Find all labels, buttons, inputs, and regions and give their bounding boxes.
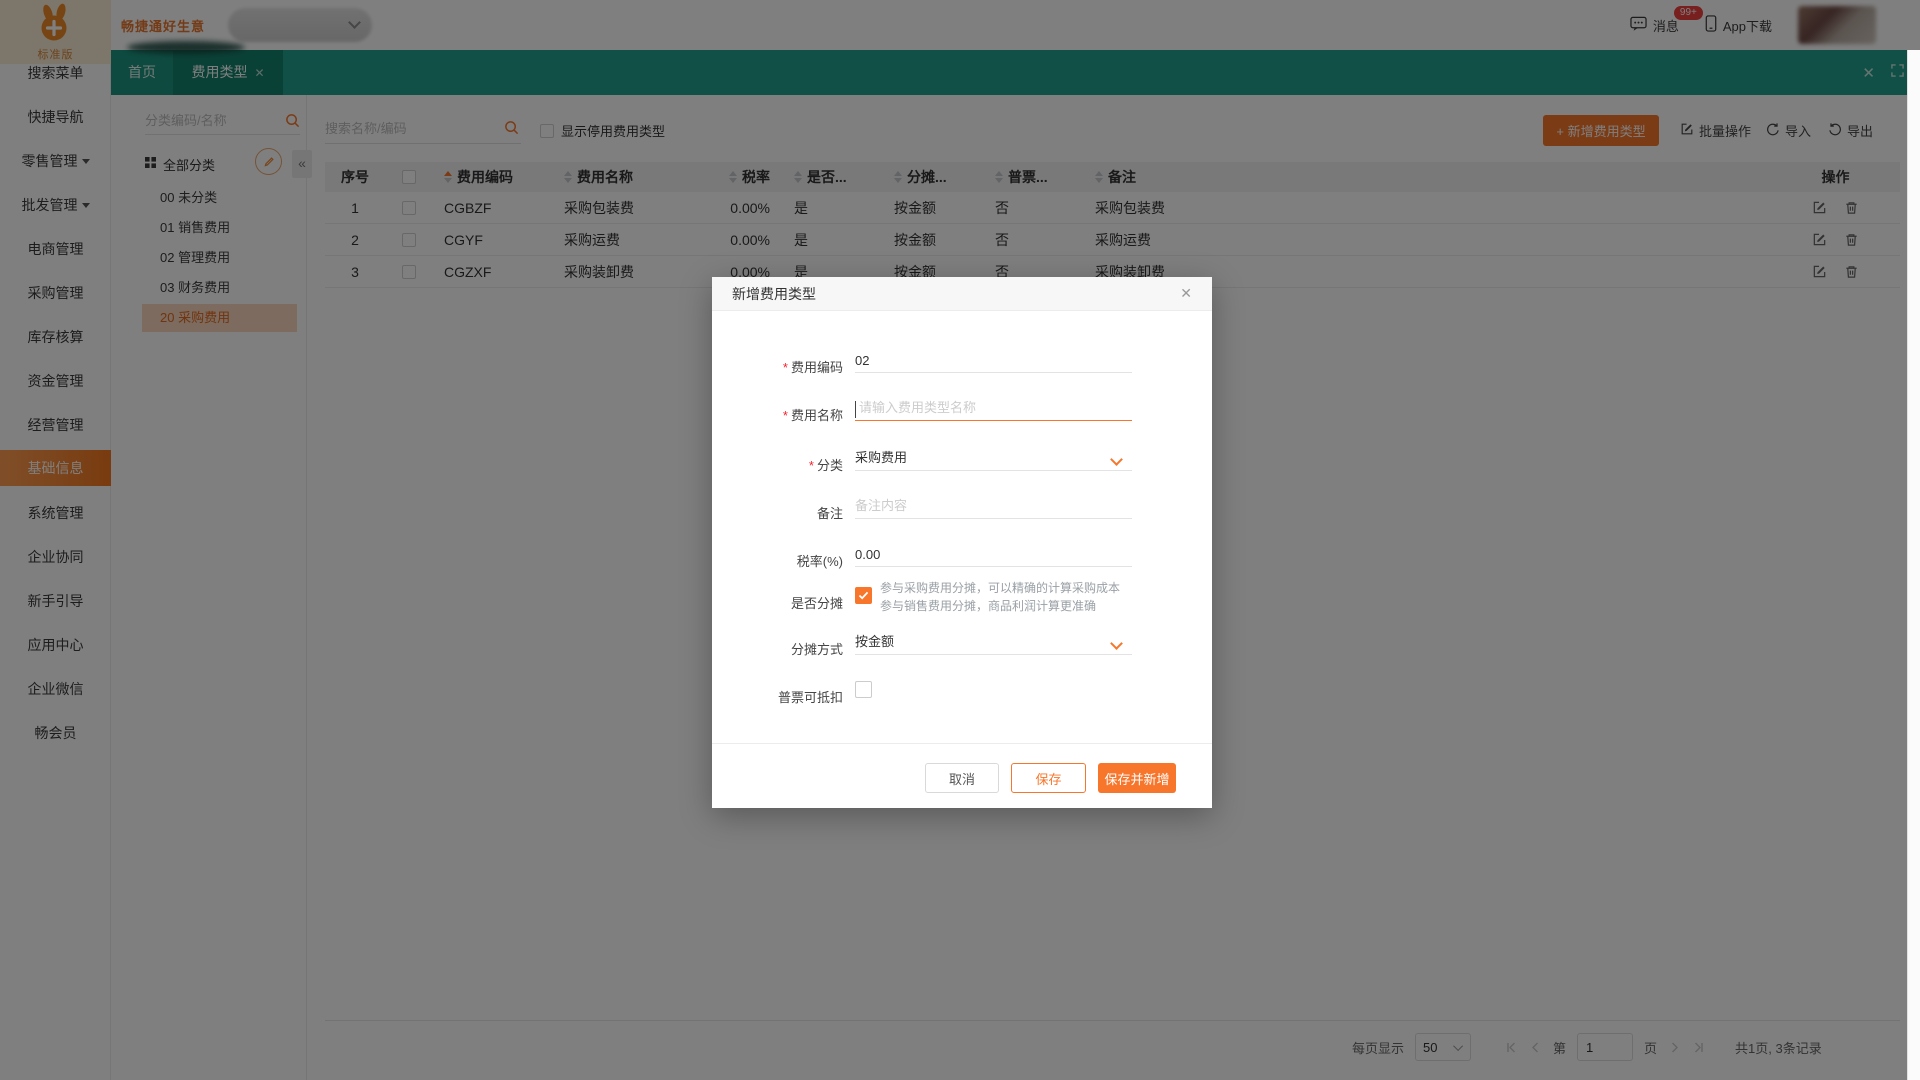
- note-field[interactable]: 备注内容: [855, 495, 1132, 519]
- share-description: 参与采购费用分摊，可以精确的计算采购成本 参与销售费用分摊，商品利润计算更准确: [880, 579, 1180, 615]
- save-button[interactable]: 保存: [1011, 763, 1086, 793]
- required-star: *: [808, 458, 814, 473]
- required-star: *: [782, 360, 788, 375]
- modal-title: 新增费用类型: [732, 285, 816, 302]
- code-field[interactable]: 02: [855, 349, 1132, 373]
- save-and-new-button[interactable]: 保存并新增: [1098, 763, 1176, 793]
- method-select-value: 按金额: [855, 634, 895, 649]
- category-field-label: * 分类: [808, 458, 843, 473]
- scrollbar[interactable]: [1907, 50, 1920, 1080]
- category-select-value: 采购费用: [855, 450, 908, 465]
- tax-field-value: 0.00: [855, 547, 881, 562]
- name-field-label: * 费用名称: [782, 408, 843, 423]
- close-icon[interactable]: ✕: [1180, 285, 1192, 302]
- method-field-label: 分摊方式: [790, 642, 843, 657]
- tax-field[interactable]: 0.00: [855, 543, 1132, 567]
- note-field-label: 备注: [816, 506, 843, 521]
- name-field[interactable]: 请输入费用类型名称: [855, 397, 1132, 421]
- code-field-label: * 费用编码: [782, 360, 843, 375]
- app-window: 标准版 搜索菜单 快捷导航 零售管理 批发管理 电商管理 采购管理 库存核算 资…: [0, 0, 1920, 1080]
- share-checkbox[interactable]: [855, 587, 872, 604]
- share-field-label: 是否分摊: [790, 596, 843, 611]
- required-star: *: [782, 408, 788, 423]
- invoice-checkbox[interactable]: [855, 681, 872, 698]
- category-select[interactable]: 采购费用: [855, 447, 1132, 471]
- invoice-field-label: 普票可抵扣: [777, 690, 843, 705]
- modal-footer-divider: [712, 743, 1212, 744]
- add-cost-type-modal: 新增费用类型 ✕ * 费用编码 02 * 费用名称 请输入费用类型名称 * 分类 采购…: [712, 277, 1212, 808]
- text-cursor: [855, 401, 856, 418]
- code-field-value: 02: [855, 353, 870, 368]
- modal-header: 新增费用类型 ✕: [712, 277, 1212, 311]
- share-description-line1: 参与采购费用分摊，可以精确的计算采购成本: [880, 581, 1121, 595]
- note-field-placeholder: 备注内容: [855, 498, 908, 513]
- cancel-button[interactable]: 取消: [925, 763, 999, 793]
- name-field-placeholder: 请输入费用类型名称: [859, 400, 977, 415]
- share-description-line2: 参与销售费用分摊，商品利润计算更准确: [880, 599, 1097, 613]
- method-select[interactable]: 按金额: [855, 631, 1132, 655]
- tax-field-label: 税率(%): [796, 554, 843, 569]
